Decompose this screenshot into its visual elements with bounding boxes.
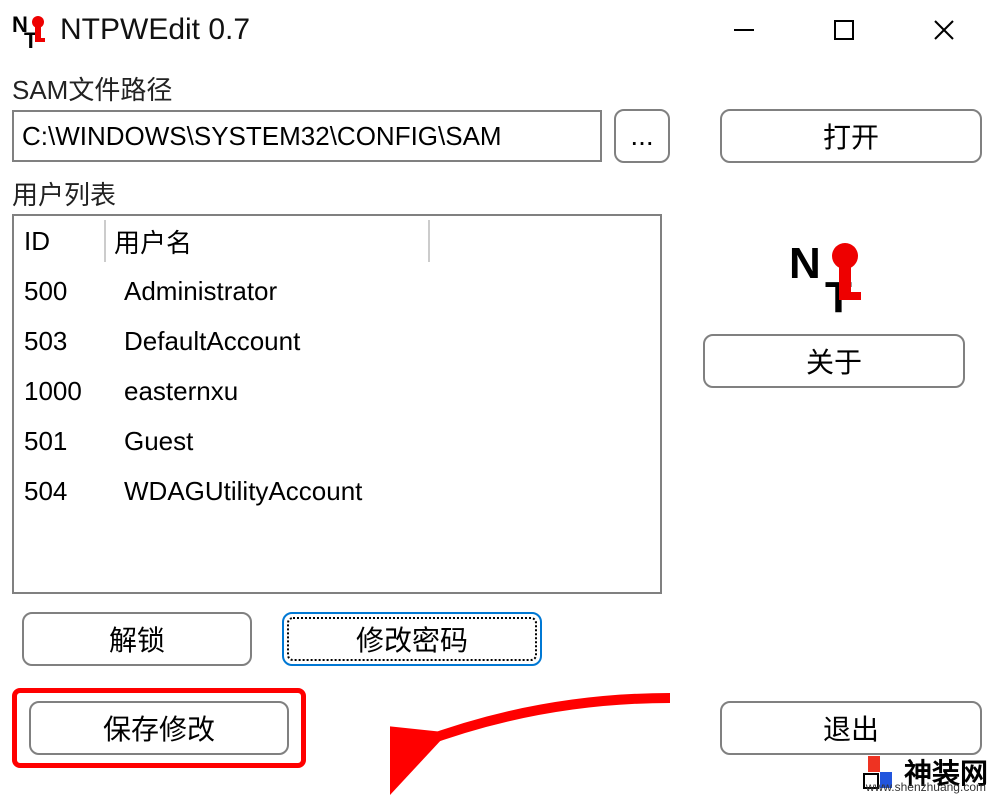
table-row[interactable]: 500Administrator xyxy=(14,266,660,316)
column-header-name[interactable]: 用户名 xyxy=(106,223,428,260)
exit-button[interactable]: 退出 xyxy=(720,701,982,755)
column-header-id[interactable]: ID xyxy=(14,226,104,257)
user-list-label: 用户列表 xyxy=(12,175,982,212)
cell-username: Guest xyxy=(104,426,660,457)
sam-path-label: SAM文件路径 xyxy=(12,70,982,107)
save-highlight-box: 保存修改 xyxy=(12,688,306,768)
user-list-area: ID 用户名 500Administrator503DefaultAccount… xyxy=(12,214,982,666)
watermark: 神装网 www.shenzhuang.com xyxy=(860,752,988,792)
change-password-button[interactable]: 修改密码 xyxy=(282,612,542,666)
main-content: SAM文件路径 ... 打开 用户列表 ID 用户名 500Administra… xyxy=(0,60,994,666)
window-controls xyxy=(694,0,994,60)
cell-id: 501 xyxy=(14,426,104,457)
close-button[interactable] xyxy=(894,0,994,60)
column-divider xyxy=(428,220,430,262)
table-row[interactable]: 503DefaultAccount xyxy=(14,316,660,366)
cell-id: 504 xyxy=(14,476,104,507)
cell-username: DefaultAccount xyxy=(104,326,660,357)
window-title: NTPWEdit 0.7 xyxy=(60,13,250,47)
watermark-url: www.shenzhuang.com xyxy=(866,780,986,794)
title-bar: N T NTPWEdit 0.7 xyxy=(0,0,994,60)
minimize-button[interactable] xyxy=(694,0,794,60)
browse-button[interactable]: ... xyxy=(614,109,670,163)
cell-username: WDAGUtilityAccount xyxy=(104,476,660,507)
cell-id: 1000 xyxy=(14,376,104,407)
save-changes-button[interactable]: 保存修改 xyxy=(29,701,289,755)
about-button[interactable]: 关于 xyxy=(703,334,965,388)
cell-username: Administrator xyxy=(104,276,660,307)
user-list-left: ID 用户名 500Administrator503DefaultAccount… xyxy=(12,214,662,666)
user-list-buttons: 解锁 修改密码 xyxy=(12,612,662,666)
cell-id: 500 xyxy=(14,276,104,307)
user-list-header: ID 用户名 xyxy=(14,216,660,266)
sam-path-row: ... 打开 xyxy=(12,109,982,163)
maximize-button[interactable] xyxy=(794,0,894,60)
table-row[interactable]: 504WDAGUtilityAccount xyxy=(14,466,660,516)
sam-path-input[interactable] xyxy=(12,110,602,162)
svg-text:N: N xyxy=(789,239,821,288)
cell-username: easternxu xyxy=(104,376,660,407)
table-row[interactable]: 1000easternxu xyxy=(14,366,660,416)
open-button[interactable]: 打开 xyxy=(720,109,982,163)
table-row[interactable]: 501Guest xyxy=(14,416,660,466)
app-logo-large: N T xyxy=(789,236,879,316)
user-list-box[interactable]: ID 用户名 500Administrator503DefaultAccount… xyxy=(12,214,662,594)
bottom-button-row: 保存修改 退出 xyxy=(0,666,994,768)
user-list-rows: 500Administrator503DefaultAccount1000eas… xyxy=(14,266,660,516)
app-icon: N T xyxy=(10,10,50,50)
cell-id: 503 xyxy=(14,326,104,357)
user-list-right: N T 关于 xyxy=(686,214,982,388)
unlock-button[interactable]: 解锁 xyxy=(22,612,252,666)
